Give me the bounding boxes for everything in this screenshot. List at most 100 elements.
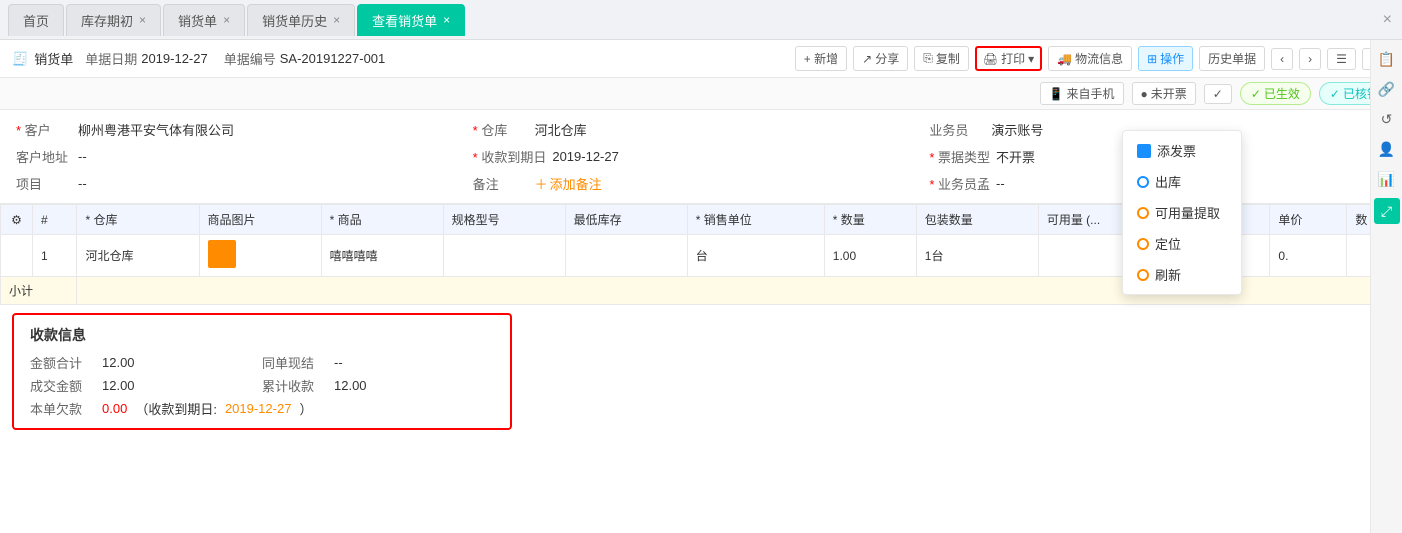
confirm-button[interactable]: ✓	[1204, 84, 1232, 104]
cumulative-label: 累计收款	[262, 376, 326, 395]
remark-label: 备注	[473, 174, 529, 193]
mobile-button[interactable]: 📱 来自手机	[1040, 82, 1124, 105]
history-label: 历史单据	[1208, 50, 1256, 67]
ticket-type-value: 不开票	[996, 147, 1035, 166]
window-close-button[interactable]: ×	[1383, 11, 1392, 29]
share-button[interactable]: ↗ 分享	[853, 46, 908, 71]
dropdown-outbound[interactable]: 出库	[1123, 166, 1241, 197]
confirm-icon: ✓	[1213, 87, 1223, 101]
doc-no-label: 单据编号	[224, 49, 276, 68]
outbound-label: 出库	[1155, 172, 1181, 191]
tab-home[interactable]: 首页	[8, 4, 64, 36]
tab-check-sales-label: 查看销货单	[372, 11, 437, 30]
operation-button[interactable]: ⊞ 操作	[1138, 46, 1193, 71]
row-min-stock	[565, 235, 687, 277]
row-pack-qty: 1台	[916, 235, 1038, 277]
mobile-label: 来自手机	[1067, 85, 1115, 102]
right-icon-1[interactable]: 📋	[1376, 48, 1398, 70]
address-row: 客户地址 --	[16, 147, 473, 166]
warehouse-value: 河北仓库	[535, 120, 587, 139]
add-remark-button[interactable]: ＋ 添加备注	[535, 174, 602, 193]
cumulative-value: 12.00	[334, 378, 367, 393]
deal-amount-row: 成交金额 12.00	[30, 376, 262, 395]
row-warehouse: 河北仓库	[77, 235, 199, 277]
address-value: --	[78, 149, 87, 164]
doc-icon: 🧾	[12, 51, 28, 67]
doc-no-value: SA-20191227-001	[280, 51, 386, 66]
effective-button[interactable]: ✓ 已生效	[1240, 82, 1311, 105]
right-icon-2[interactable]: 🔗	[1376, 78, 1398, 100]
dropdown-add-invoice[interactable]: 添发票	[1123, 135, 1241, 166]
locate-icon	[1137, 238, 1149, 250]
add-invoice-icon	[1137, 144, 1151, 158]
logistics-button[interactable]: 🚚 物流信息	[1048, 46, 1132, 71]
print-button[interactable]: 🖨 打印 ▾	[975, 46, 1042, 71]
payment-date-row: 收款到期日 2019-12-27	[473, 147, 930, 166]
new-button[interactable]: + 新增	[795, 46, 847, 71]
unopened-button[interactable]: ● 未开票	[1132, 82, 1196, 105]
tab-inventory-init[interactable]: 库存期初 ×	[66, 4, 161, 36]
row-product: 嘻嘻嘻嘻	[321, 235, 443, 277]
tab-sales-history-close[interactable]: ×	[333, 14, 340, 26]
col-unit-price: 单价	[1270, 205, 1347, 235]
same-order-row: 同单现结 --	[262, 353, 494, 372]
payment-title: 收款信息	[30, 325, 494, 345]
next-button[interactable]: ›	[1299, 48, 1321, 70]
col-spec: 规格型号	[443, 205, 565, 235]
tab-sales-history[interactable]: 销货单历史 ×	[247, 4, 355, 36]
dropdown-available-extract[interactable]: 可用量提取	[1123, 197, 1241, 228]
history-button[interactable]: 历史单据	[1199, 46, 1265, 71]
right-icon-4[interactable]: 👤	[1376, 138, 1398, 160]
payment-box: 收款信息 金额合计 12.00 同单现结 -- 成交金额 12.00 累计收款 …	[12, 313, 512, 430]
tab-sales-order-close[interactable]: ×	[223, 14, 230, 26]
dropdown-menu: 添发票 出库 可用量提取 定位 刷新	[1122, 130, 1242, 295]
col-sales-unit: * 销售单位	[687, 205, 824, 235]
refresh-icon	[1137, 269, 1149, 281]
grid-view-button[interactable]: ☰	[1327, 48, 1356, 70]
total-label: 金额合计	[30, 353, 94, 372]
doc-toolbar: 🧾 销货单 单据日期 2019-12-27 单据编号 SA-20191227-0…	[0, 40, 1402, 78]
right-icon-3[interactable]: ↺	[1376, 108, 1398, 130]
staff-value: 演示账号	[991, 120, 1043, 139]
due-note: （收款到期日:	[135, 399, 217, 418]
sales-staff-value: --	[996, 176, 1005, 191]
col-pack-qty: 包装数量	[916, 205, 1038, 235]
row-spec	[443, 235, 565, 277]
payment-grid: 金额合计 12.00 同单现结 -- 成交金额 12.00 累计收款 12.00…	[30, 353, 494, 418]
same-order-label: 同单现结	[262, 353, 326, 372]
tab-inventory-label: 库存期初	[81, 11, 133, 30]
sub-toolbar: 📱 来自手机 ● 未开票 ✓ ✓ 已生效 ✓ 已核销	[0, 78, 1402, 110]
warehouse-label: 仓库	[473, 120, 529, 139]
print-icon: 🖨	[983, 52, 998, 66]
dropdown-refresh[interactable]: 刷新	[1123, 259, 1241, 290]
product-image	[208, 240, 236, 268]
logistics-icon: 🚚	[1057, 52, 1072, 66]
doc-title-text: 销货单	[34, 49, 73, 68]
col-warehouse: * 仓库	[77, 205, 199, 235]
print-label: 打印	[1001, 50, 1025, 67]
tab-sales-order-label: 销货单	[178, 11, 217, 30]
doc-meta: 单据日期 2019-12-27 单据编号 SA-20191227-001	[85, 49, 385, 68]
prev-button[interactable]: ‹	[1271, 48, 1293, 70]
total-row: 金额合计 12.00	[30, 353, 262, 372]
customer-row: 客户 柳州粤港平安气体有限公司	[16, 120, 473, 139]
logistics-label: 物流信息	[1075, 50, 1123, 67]
col-min-stock: 最低库存	[565, 205, 687, 235]
doc-date-label: 单据日期	[85, 49, 137, 68]
dropdown-locate[interactable]: 定位	[1123, 228, 1241, 259]
col-product: * 商品	[321, 205, 443, 235]
tab-check-sales[interactable]: 查看销货单 ×	[357, 4, 465, 36]
unopened-label: 未开票	[1151, 85, 1187, 102]
copy-button[interactable]: ⎘ 复制	[914, 46, 969, 71]
subtotal-label: 小计	[1, 277, 77, 305]
total-value: 12.00	[102, 355, 135, 370]
add-invoice-label: 添发票	[1157, 141, 1196, 160]
row-sales-unit: 台	[687, 235, 824, 277]
right-icon-5[interactable]: 📊	[1376, 168, 1398, 190]
available-extract-icon	[1137, 207, 1149, 219]
right-icon-expand[interactable]: ⤢	[1374, 198, 1400, 224]
sales-staff-label: 业务员孟	[929, 174, 990, 193]
tab-check-sales-close[interactable]: ×	[443, 14, 450, 26]
tab-inventory-close[interactable]: ×	[139, 14, 146, 26]
tab-sales-order[interactable]: 销货单 ×	[163, 4, 245, 36]
